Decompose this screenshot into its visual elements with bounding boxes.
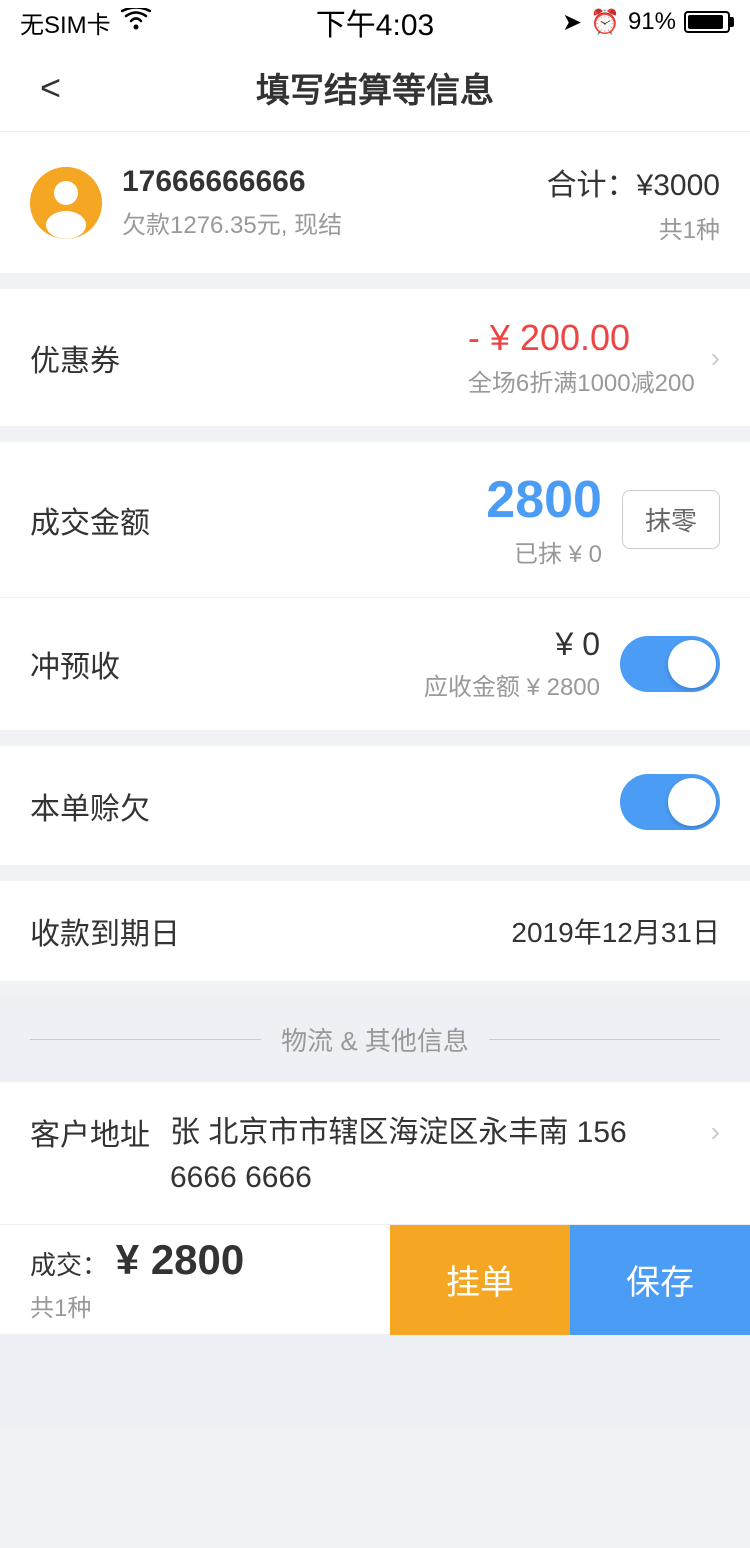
customer-card: 17666666666 欠款1276.35元, 现结 合计：¥3000 共1种 bbox=[0, 132, 750, 273]
debt-toggle-circle bbox=[668, 778, 716, 826]
customer-left: 17666666666 欠款1276.35元, 现结 bbox=[30, 165, 342, 240]
customer-info: 17666666666 欠款1276.35元, 现结 bbox=[122, 165, 342, 240]
total-amount: 合计：¥3000 bbox=[547, 160, 720, 204]
debt-label: 本单赊欠 bbox=[30, 784, 150, 828]
wifi-icon bbox=[121, 8, 151, 37]
status-right: ➤ ⏰ 91% bbox=[562, 8, 730, 37]
coupon-amount: - ¥ 200.00 bbox=[468, 317, 695, 359]
address-value: 张 北京市市辖区海淀区永丰南 156 6666 6666 bbox=[170, 1110, 691, 1200]
deal-value-block: 2800 已抹 ¥ 0 bbox=[486, 470, 602, 569]
prepay-label: 冲预收 bbox=[30, 642, 120, 686]
content: 17666666666 欠款1276.35元, 现结 合计：¥3000 共1种 … bbox=[0, 132, 750, 1548]
coupon-detail: 全场6折满1000减200 bbox=[468, 363, 695, 398]
avatar bbox=[30, 167, 102, 239]
debt-toggle[interactable] bbox=[620, 774, 720, 830]
deal-amount-row: 成交金额 2800 已抹 ¥ 0 抹零 bbox=[0, 442, 750, 598]
divider-line-right bbox=[489, 1039, 720, 1040]
debt-section: 本单赊欠 bbox=[0, 746, 750, 865]
back-button[interactable]: < bbox=[30, 57, 71, 119]
coupon-row[interactable]: 优惠券 - ¥ 200.00 全场6折满1000减200 › bbox=[0, 289, 750, 426]
carrier-text: 无SIM卡 bbox=[20, 5, 111, 40]
deal-section: 成交金额 2800 已抹 ¥ 0 抹零 冲预收 ¥ 0 应收金额 ¥ 2800 bbox=[0, 442, 750, 730]
prepay-right: ¥ 0 应收金额 ¥ 2800 bbox=[424, 626, 720, 702]
address-row[interactable]: 客户地址 张 北京市市辖区海淀区永丰南 156 6666 6666 › bbox=[0, 1082, 750, 1228]
coupon-label: 优惠券 bbox=[30, 336, 120, 380]
customer-phone: 17666666666 bbox=[122, 165, 342, 199]
due-date-row: 收款到期日 2019年12月31日 bbox=[0, 881, 750, 981]
toggle-circle bbox=[668, 640, 716, 688]
divider-line-left bbox=[30, 1039, 261, 1040]
bottom-deal-label: 成交： bbox=[30, 1250, 108, 1280]
battery-fill bbox=[688, 15, 723, 29]
prepay-value-wrap: ¥ 0 应收金额 ¥ 2800 bbox=[424, 626, 600, 702]
bottom-deal-amount: ¥ 2800 bbox=[116, 1236, 244, 1283]
prepay-amount: ¥ 0 bbox=[424, 626, 600, 663]
address-chevron-icon: › bbox=[711, 1116, 720, 1148]
status-left: 无SIM卡 bbox=[20, 5, 151, 40]
total-count: 共1种 bbox=[547, 210, 720, 245]
status-bar: 无SIM卡 下午4:03 ➤ ⏰ 91% bbox=[0, 0, 750, 44]
save-button[interactable]: 保存 bbox=[570, 1225, 750, 1335]
customer-right: 合计：¥3000 共1种 bbox=[547, 160, 720, 245]
prepay-toggle[interactable] bbox=[620, 636, 720, 692]
coupon-right: - ¥ 200.00 全场6折满1000减200 › bbox=[468, 317, 720, 398]
hang-button[interactable]: 挂单 bbox=[390, 1225, 570, 1335]
bottom-deal-line: 成交： ¥ 2800 bbox=[30, 1236, 360, 1284]
due-date-section: 收款到期日 2019年12月31日 bbox=[0, 881, 750, 981]
coupon-amount-wrap: - ¥ 200.00 全场6折满1000减200 bbox=[468, 317, 695, 398]
nav-bar: < 填写结算等信息 bbox=[0, 44, 750, 132]
due-date-label: 收款到期日 bbox=[30, 909, 180, 953]
status-time: 下午4:03 bbox=[316, 0, 434, 44]
logistics-label: 物流 & 其他信息 bbox=[281, 1021, 469, 1058]
alarm-icon: ⏰ bbox=[590, 8, 620, 37]
prepay-subtext: 应收金额 ¥ 2800 bbox=[424, 667, 600, 702]
round-button[interactable]: 抹零 bbox=[622, 490, 720, 549]
prepay-row: 冲预收 ¥ 0 应收金额 ¥ 2800 bbox=[0, 598, 750, 730]
battery-percent: 91% bbox=[628, 8, 676, 36]
page-title: 填写结算等信息 bbox=[256, 63, 494, 112]
deal-value-wrap: 2800 已抹 ¥ 0 抹零 bbox=[486, 470, 720, 569]
customer-subtext: 欠款1276.35元, 现结 bbox=[122, 205, 342, 240]
debt-right bbox=[620, 774, 720, 837]
location-icon: ➤ bbox=[562, 8, 582, 37]
deal-subtext: 已抹 ¥ 0 bbox=[486, 534, 602, 569]
address-label: 客户地址 bbox=[30, 1110, 150, 1154]
battery-icon bbox=[684, 11, 730, 33]
coupon-chevron-icon: › bbox=[711, 342, 720, 374]
deal-value: 2800 bbox=[486, 470, 602, 530]
bottom-summary: 成交： ¥ 2800 共1种 bbox=[0, 1236, 390, 1323]
bottom-count: 共1种 bbox=[30, 1288, 360, 1323]
coupon-section: 优惠券 - ¥ 200.00 全场6折满1000减200 › bbox=[0, 289, 750, 426]
bottom-bar: 成交： ¥ 2800 共1种 挂单 保存 bbox=[0, 1224, 750, 1334]
debt-row: 本单赊欠 bbox=[0, 746, 750, 865]
logistics-divider: 物流 & 其他信息 bbox=[0, 997, 750, 1082]
deal-label: 成交金额 bbox=[30, 498, 150, 542]
due-date-value: 2019年12月31日 bbox=[511, 911, 720, 951]
